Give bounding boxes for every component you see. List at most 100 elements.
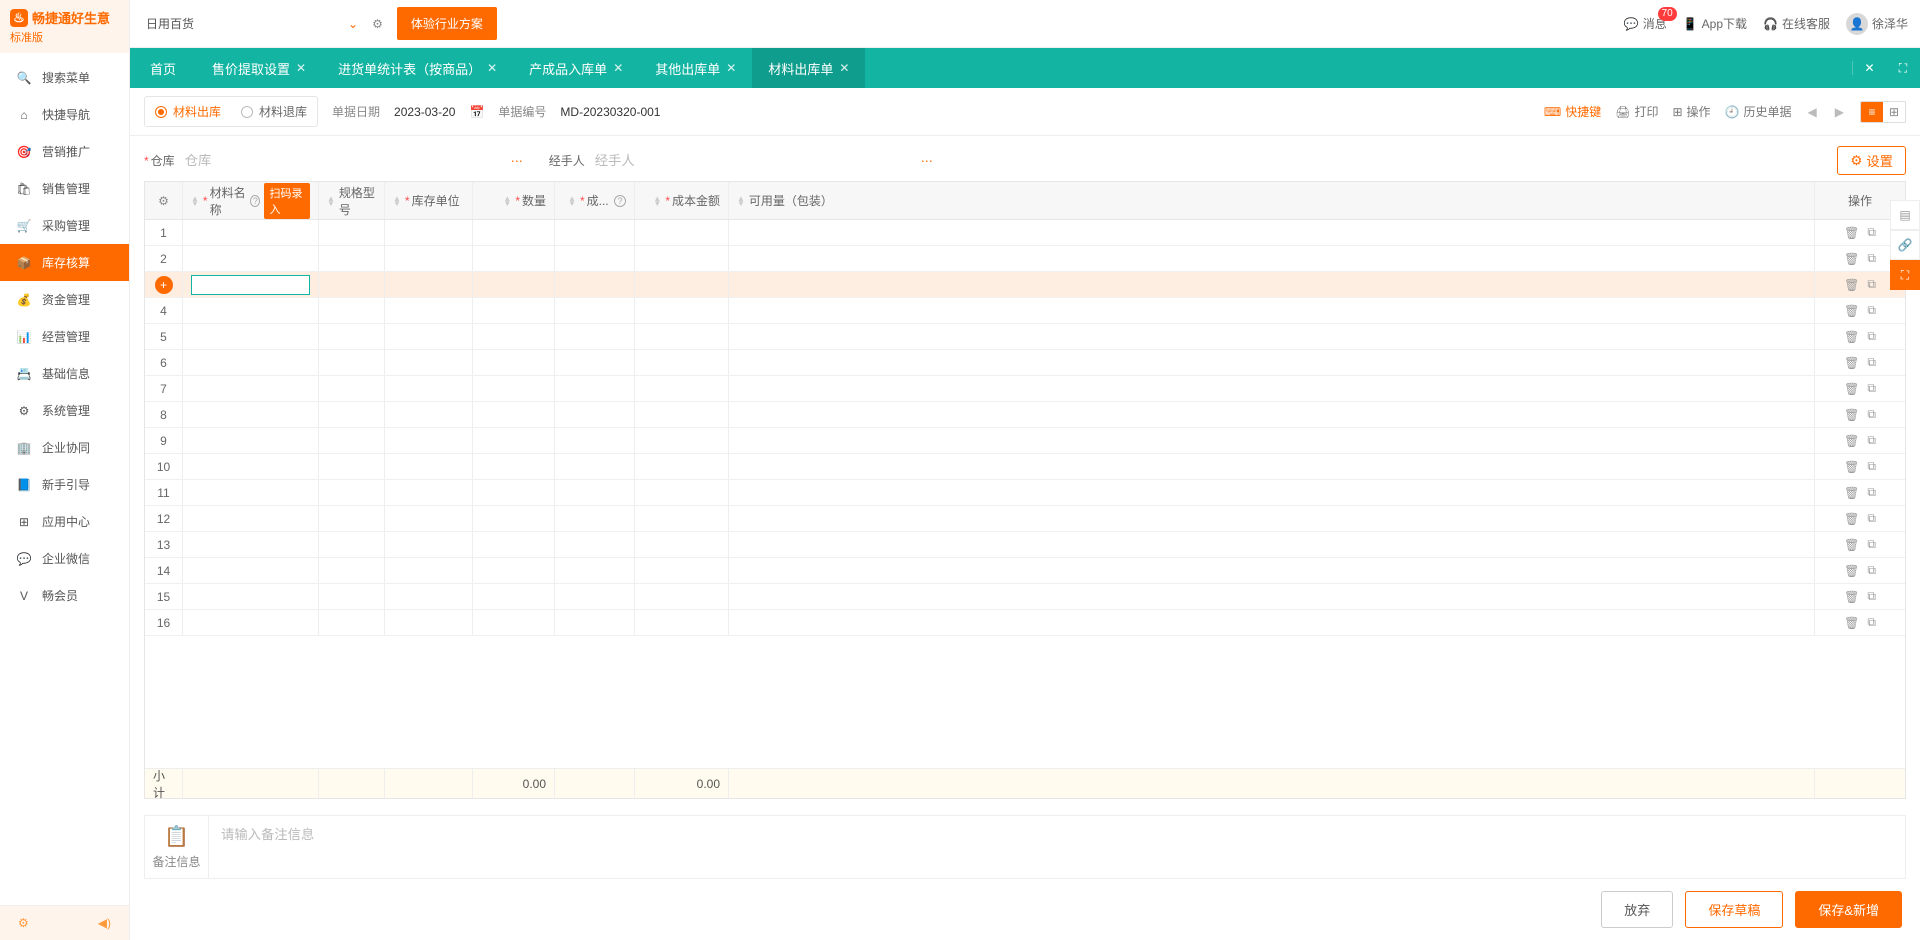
radio-out[interactable]: 材料出库 (145, 97, 231, 126)
tabs-expand-icon[interactable]: ⛶ (1886, 61, 1920, 76)
handler-input[interactable] (593, 149, 913, 173)
quickkey-button[interactable]: ⌨ 快捷键 (1544, 103, 1601, 120)
history-button[interactable]: 🕘 历史单据 (1725, 103, 1792, 120)
delete-icon[interactable]: 🗑 (1840, 538, 1863, 552)
discard-button[interactable]: 放弃 (1601, 891, 1673, 928)
col-avail[interactable]: ▲▼可用量（包装） (729, 182, 1815, 219)
delete-icon[interactable]: 🗑 (1840, 278, 1863, 292)
col-cost[interactable]: ▲▼*成... ? (555, 182, 635, 219)
messages-button[interactable]: 💬 消息 70 (1624, 15, 1667, 32)
col-material[interactable]: ▲▼ *材料名称 ? 扫码录入 (183, 182, 319, 219)
support-button[interactable]: 🎧 在线客服 (1763, 15, 1830, 32)
delete-icon[interactable]: 🗑 (1840, 226, 1863, 240)
tabs-close-all-icon[interactable]: ✕ (1852, 61, 1886, 75)
help-icon[interactable]: ? (250, 195, 260, 207)
tab-0[interactable]: 首页 (130, 48, 196, 88)
warehouse-input[interactable] (183, 149, 503, 173)
close-icon[interactable]: ✕ (613, 61, 623, 75)
copy-icon[interactable]: ⧉ (1863, 355, 1880, 370)
tool-expand-icon[interactable]: ⛶ (1890, 260, 1920, 290)
sidebar-item-8[interactable]: 📇基础信息 (0, 355, 129, 392)
delete-icon[interactable]: 🗑 (1840, 486, 1863, 500)
delete-icon[interactable]: 🗑 (1840, 512, 1863, 526)
table-row[interactable]: 11🗑⧉ (145, 480, 1905, 506)
table-row[interactable]: 16🗑⧉ (145, 610, 1905, 636)
copy-icon[interactable]: ⧉ (1863, 511, 1880, 526)
save-draft-button[interactable]: 保存草稿 (1685, 891, 1783, 928)
delete-icon[interactable]: 🗑 (1840, 304, 1863, 318)
tool-link-icon[interactable]: 🔗 (1890, 230, 1920, 260)
print-button[interactable]: 🖨 打印 (1615, 103, 1658, 120)
table-row[interactable]: 12🗑⧉ (145, 506, 1905, 532)
settings-button[interactable]: ⚙ 设置 (1837, 146, 1906, 175)
table-row[interactable]: +🗑⧉ (145, 272, 1905, 298)
delete-icon[interactable]: 🗑 (1840, 382, 1863, 396)
table-row[interactable]: 5🗑⧉ (145, 324, 1905, 350)
copy-icon[interactable]: ⧉ (1863, 433, 1880, 448)
sidebar-item-0[interactable]: 🔍搜索菜单 (0, 59, 129, 96)
sidebar-item-3[interactable]: 🛍销售管理 (0, 170, 129, 207)
col-qty[interactable]: ▲▼*数量 (473, 182, 555, 219)
table-row[interactable]: 14🗑⧉ (145, 558, 1905, 584)
table-row[interactable]: 10🗑⧉ (145, 454, 1905, 480)
sidebar-item-5[interactable]: 📦库存核算 (0, 244, 129, 281)
help-icon[interactable]: ? (614, 195, 626, 207)
delete-icon[interactable]: 🗑 (1840, 330, 1863, 344)
delete-icon[interactable]: 🗑 (1840, 434, 1863, 448)
scan-tag[interactable]: 扫码录入 (264, 183, 310, 219)
sidebar-item-1[interactable]: ⌂快捷导航 (0, 96, 129, 133)
col-amount[interactable]: ▲▼*成本金额 (635, 182, 729, 219)
org-dropdown[interactable]: 日用百货 ⌄ (142, 9, 358, 38)
copy-icon[interactable]: ⧉ (1863, 589, 1880, 604)
delete-icon[interactable]: 🗑 (1840, 564, 1863, 578)
delete-icon[interactable]: 🗑 (1840, 616, 1863, 630)
copy-icon[interactable]: ⧉ (1863, 303, 1880, 318)
close-icon[interactable]: ✕ (839, 61, 849, 75)
copy-icon[interactable]: ⧉ (1863, 615, 1880, 630)
delete-icon[interactable]: 🗑 (1840, 460, 1863, 474)
sidebar-item-13[interactable]: 💬企业微信 (0, 540, 129, 577)
table-row[interactable]: 8🗑⧉ (145, 402, 1905, 428)
table-row[interactable]: 1🗑⧉ (145, 220, 1905, 246)
delete-icon[interactable]: 🗑 (1840, 252, 1863, 266)
view-grid-icon[interactable]: ⊞ (1883, 102, 1905, 122)
delete-icon[interactable]: 🗑 (1840, 356, 1863, 370)
tab-3[interactable]: 产成品入库单✕ (513, 48, 639, 88)
sidebar-item-6[interactable]: 💰资金管理 (0, 281, 129, 318)
tab-2[interactable]: 进货单统计表（按商品）✕ (322, 48, 513, 88)
handler-more-icon[interactable]: ⋯ (921, 154, 935, 168)
table-row[interactable]: 6🗑⧉ (145, 350, 1905, 376)
tab-5[interactable]: 材料出库单✕ (752, 48, 865, 88)
material-input[interactable] (191, 275, 310, 295)
collapse-icon[interactable]: ◀) (98, 916, 111, 930)
remark-input[interactable] (209, 816, 1905, 878)
close-icon[interactable]: ✕ (296, 61, 306, 75)
bill-date-value[interactable]: 2023-03-20 (394, 105, 455, 119)
table-row[interactable]: 9🗑⧉ (145, 428, 1905, 454)
sidebar-item-2[interactable]: 🎯营销推广 (0, 133, 129, 170)
copy-icon[interactable]: ⧉ (1863, 277, 1880, 292)
sidebar-item-11[interactable]: 📘新手引导 (0, 466, 129, 503)
col-unit[interactable]: ▲▼*库存单位 (385, 182, 473, 219)
sidebar-item-14[interactable]: V畅会员 (0, 577, 129, 614)
save-new-button[interactable]: 保存&新增 (1795, 891, 1902, 928)
next-icon[interactable]: ▶ (1833, 105, 1846, 119)
op-button[interactable]: ⊞ 操作 (1672, 103, 1710, 120)
prev-icon[interactable]: ◀ (1806, 105, 1819, 119)
tab-1[interactable]: 售价提取设置✕ (196, 48, 322, 88)
sidebar-item-9[interactable]: ⚙系统管理 (0, 392, 129, 429)
copy-icon[interactable]: ⧉ (1863, 485, 1880, 500)
sidebar-item-4[interactable]: 🛒采购管理 (0, 207, 129, 244)
sidebar-item-7[interactable]: 📊经营管理 (0, 318, 129, 355)
copy-icon[interactable]: ⧉ (1863, 537, 1880, 552)
cta-button[interactable]: 体验行业方案 (397, 7, 497, 40)
calendar-icon[interactable]: 📅 (469, 105, 484, 119)
copy-icon[interactable]: ⧉ (1863, 563, 1880, 578)
close-icon[interactable]: ✕ (726, 61, 736, 75)
radio-return[interactable]: 材料退库 (231, 97, 317, 126)
table-row[interactable]: 4🗑⧉ (145, 298, 1905, 324)
app-download-button[interactable]: 📱 App下载 (1683, 15, 1747, 32)
col-spec[interactable]: ▲▼规格型号 (319, 182, 385, 219)
table-row[interactable]: 13🗑⧉ (145, 532, 1905, 558)
close-icon[interactable]: ✕ (487, 61, 497, 75)
